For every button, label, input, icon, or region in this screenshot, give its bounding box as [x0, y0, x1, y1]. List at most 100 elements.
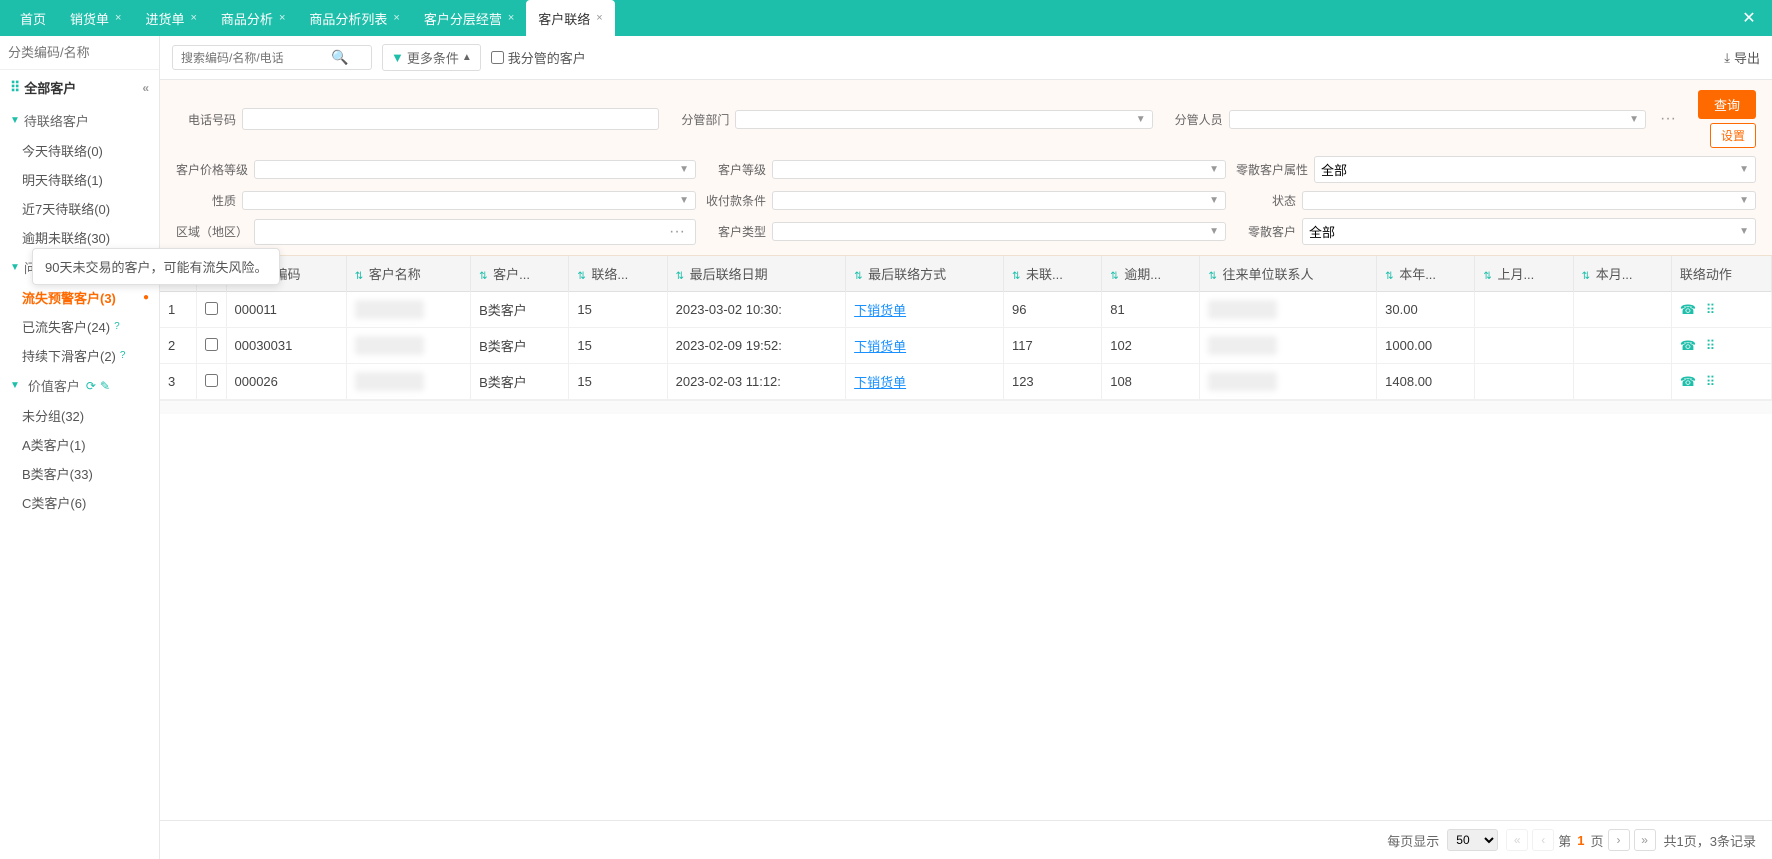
sidebar-search-input[interactable] — [8, 45, 160, 60]
window-close-button[interactable]: ✕ — [1734, 3, 1764, 33]
action-more-icon-1[interactable]: ⠿ — [1706, 338, 1716, 353]
payment-field: 收付款条件 ▼ — [706, 191, 1226, 210]
dept-select[interactable]: ▼ — [735, 110, 1152, 129]
sort-icon-contact: ⇅ — [577, 271, 585, 282]
cell-unlisted-1: 117 — [1003, 328, 1101, 364]
nature-select[interactable]: ▼ — [242, 191, 696, 210]
sidebar-item-tomorrow[interactable]: 明天待联络(1) — [0, 165, 159, 194]
sidebar-group-pending[interactable]: ▼ 待联络客户 — [0, 105, 159, 136]
collapse-icon[interactable]: « — [142, 81, 149, 95]
zero-cust-arrow: ▼ — [1739, 226, 1749, 237]
next-page-btn[interactable]: › — [1608, 829, 1630, 851]
action-contact-icon-0[interactable]: ☎ — [1680, 302, 1696, 317]
cust-level-select[interactable]: ▼ — [772, 160, 1226, 179]
staff-more-btn[interactable]: ··· — [1656, 110, 1680, 128]
tab-customer-contact[interactable]: 客户联络 × — [526, 0, 614, 36]
phone-input[interactable] — [242, 108, 659, 130]
lost-help-icon[interactable]: ? — [114, 321, 120, 332]
main-search-icon[interactable]: 🔍 — [331, 49, 348, 66]
action-contact-icon-2[interactable]: ☎ — [1680, 374, 1696, 389]
purchase-tab-label: 进货单 — [145, 9, 184, 28]
col-type[interactable]: ⇅ 客户... — [471, 256, 569, 292]
setting-button[interactable]: 设置 — [1710, 123, 1756, 148]
col-this-year[interactable]: ⇅ 本年... — [1377, 256, 1475, 292]
sidebar: 🔍 ⠿ 全部客户 « ▼ 待联络客户 今天待联络(0) 明天待联络(1) 近7天… — [0, 36, 160, 859]
col-last-month[interactable]: ⇅ 上月... — [1475, 256, 1573, 292]
main-search-input[interactable] — [181, 51, 331, 65]
value-refresh-icon[interactable]: ⟳ — [86, 379, 96, 393]
row-checkbox-2[interactable] — [205, 374, 218, 387]
my-customers-checkbox-label[interactable]: 我分管的客户 — [491, 48, 586, 67]
close-product-analysis-tab[interactable]: × — [279, 12, 285, 24]
zero-attr-select[interactable]: 全部 ▼ — [1314, 156, 1756, 183]
query-button[interactable]: 查询 — [1698, 90, 1756, 119]
more-conditions-btn[interactable]: ▼ 更多条件 ▲ — [382, 44, 481, 71]
sort-icon-lcd: ⇅ — [676, 271, 684, 282]
contact-way-link-0[interactable]: 下销货单 — [854, 303, 906, 318]
tab-purchase[interactable]: 进货单 × — [133, 0, 208, 36]
cell-way-0: 下销货单 — [846, 292, 1004, 328]
sidebar-group-value[interactable]: ▼ 价值客户 ⟳ ✎ — [0, 370, 159, 401]
tab-home[interactable]: 首页 — [8, 0, 58, 36]
sidebar-item-churn-warning[interactable]: 流失预警客户(3) ● — [0, 283, 159, 312]
close-product-analysis-list-tab[interactable]: × — [393, 12, 399, 24]
tab-customer-tier[interactable]: 客户分层经营 × — [412, 0, 526, 36]
prev-page-btn[interactable]: ‹ — [1532, 829, 1554, 851]
sidebar-item-class-a[interactable]: A类客户(1) — [0, 430, 159, 459]
close-customer-tier-tab[interactable]: × — [508, 12, 514, 24]
cell-overdue-0: 81 — [1102, 292, 1200, 328]
row-checkbox-0[interactable] — [205, 302, 218, 315]
staff-select[interactable]: ▼ — [1229, 110, 1646, 129]
close-sales-tab[interactable]: × — [115, 12, 121, 24]
price-level-select[interactable]: ▼ — [254, 160, 696, 179]
my-customers-checkbox[interactable] — [491, 51, 504, 64]
action-more-icon-0[interactable]: ⠿ — [1706, 302, 1716, 317]
table-footer: 每页显示 50 20 100 « ‹ 第 1 页 › » 共1页，3条记录 — [160, 820, 1772, 859]
table-row: 3 000026 B类客户 15 2023-02-03 11:12: 下销货单 … — [160, 364, 1772, 400]
col-contact[interactable]: ⇅ 联络... — [569, 256, 667, 292]
close-customer-contact-tab[interactable]: × — [596, 12, 602, 24]
zero-cust-select[interactable]: 全部 ▼ — [1302, 218, 1756, 245]
col-unlisted[interactable]: ⇅ 未联... — [1003, 256, 1101, 292]
region-more-btn[interactable]: ··· — [665, 223, 689, 241]
status-select[interactable]: ▼ — [1302, 191, 1756, 210]
sidebar-item-ungrouped[interactable]: 未分组(32) — [0, 401, 159, 430]
nature-label: 性质 — [176, 192, 236, 209]
payment-select[interactable]: ▼ — [772, 191, 1226, 210]
sort-icon-lcw: ⇅ — [854, 271, 862, 282]
row-checkbox-1[interactable] — [205, 338, 218, 351]
first-page-btn[interactable]: « — [1506, 829, 1528, 851]
col-company-contact[interactable]: ⇅ 往来单位联系人 — [1200, 256, 1377, 292]
sidebar-item-declining[interactable]: 持续下滑客户(2) ? — [0, 341, 159, 370]
sidebar-item-today[interactable]: 今天待联络(0) — [0, 136, 159, 165]
tab-product-analysis-list[interactable]: 商品分析列表 × — [297, 0, 411, 36]
action-more-icon-2[interactable]: ⠿ — [1706, 374, 1716, 389]
region-select[interactable]: ··· — [254, 219, 696, 245]
cust-type-select[interactable]: ▼ — [772, 222, 1226, 241]
last-page-btn[interactable]: » — [1634, 829, 1656, 851]
export-btn[interactable]: ⤓ 导出 — [1724, 48, 1760, 67]
contact-way-link-1[interactable]: 下销货单 — [854, 339, 906, 354]
tab-product-analysis[interactable]: 商品分析 × — [209, 0, 297, 36]
col-overdue[interactable]: ⇅ 逾期... — [1102, 256, 1200, 292]
horizontal-scroll-bar[interactable] — [160, 400, 1772, 414]
status-label: 状态 — [1236, 192, 1296, 209]
sidebar-item-7days[interactable]: 近7天待联络(0) — [0, 194, 159, 223]
tab-sales[interactable]: 销货单 × — [58, 0, 133, 36]
staff-select-arrow: ▼ — [1629, 114, 1639, 125]
col-unlisted-label: 未联... — [1026, 267, 1063, 282]
contact-way-link-2[interactable]: 下销货单 — [854, 375, 906, 390]
sidebar-item-class-b[interactable]: B类客户(33) — [0, 459, 159, 488]
declining-help-icon[interactable]: ? — [120, 350, 126, 361]
action-contact-icon-1[interactable]: ☎ — [1680, 338, 1696, 353]
col-this-month[interactable]: ⇅ 本月... — [1573, 256, 1671, 292]
col-last-contact-way[interactable]: ⇅ 最后联络方式 — [846, 256, 1004, 292]
sidebar-item-lost[interactable]: 已流失客户(24) ? — [0, 312, 159, 341]
col-name[interactable]: ⇅ 客户名称 — [346, 256, 470, 292]
col-last-contact-date[interactable]: ⇅ 最后联络日期 — [667, 256, 845, 292]
cell-cb-2 — [196, 364, 226, 400]
value-edit-icon[interactable]: ✎ — [100, 379, 110, 393]
per-page-select[interactable]: 50 20 100 — [1447, 829, 1498, 851]
sidebar-item-class-c[interactable]: C类客户(6) — [0, 488, 159, 517]
close-purchase-tab[interactable]: × — [190, 12, 196, 24]
